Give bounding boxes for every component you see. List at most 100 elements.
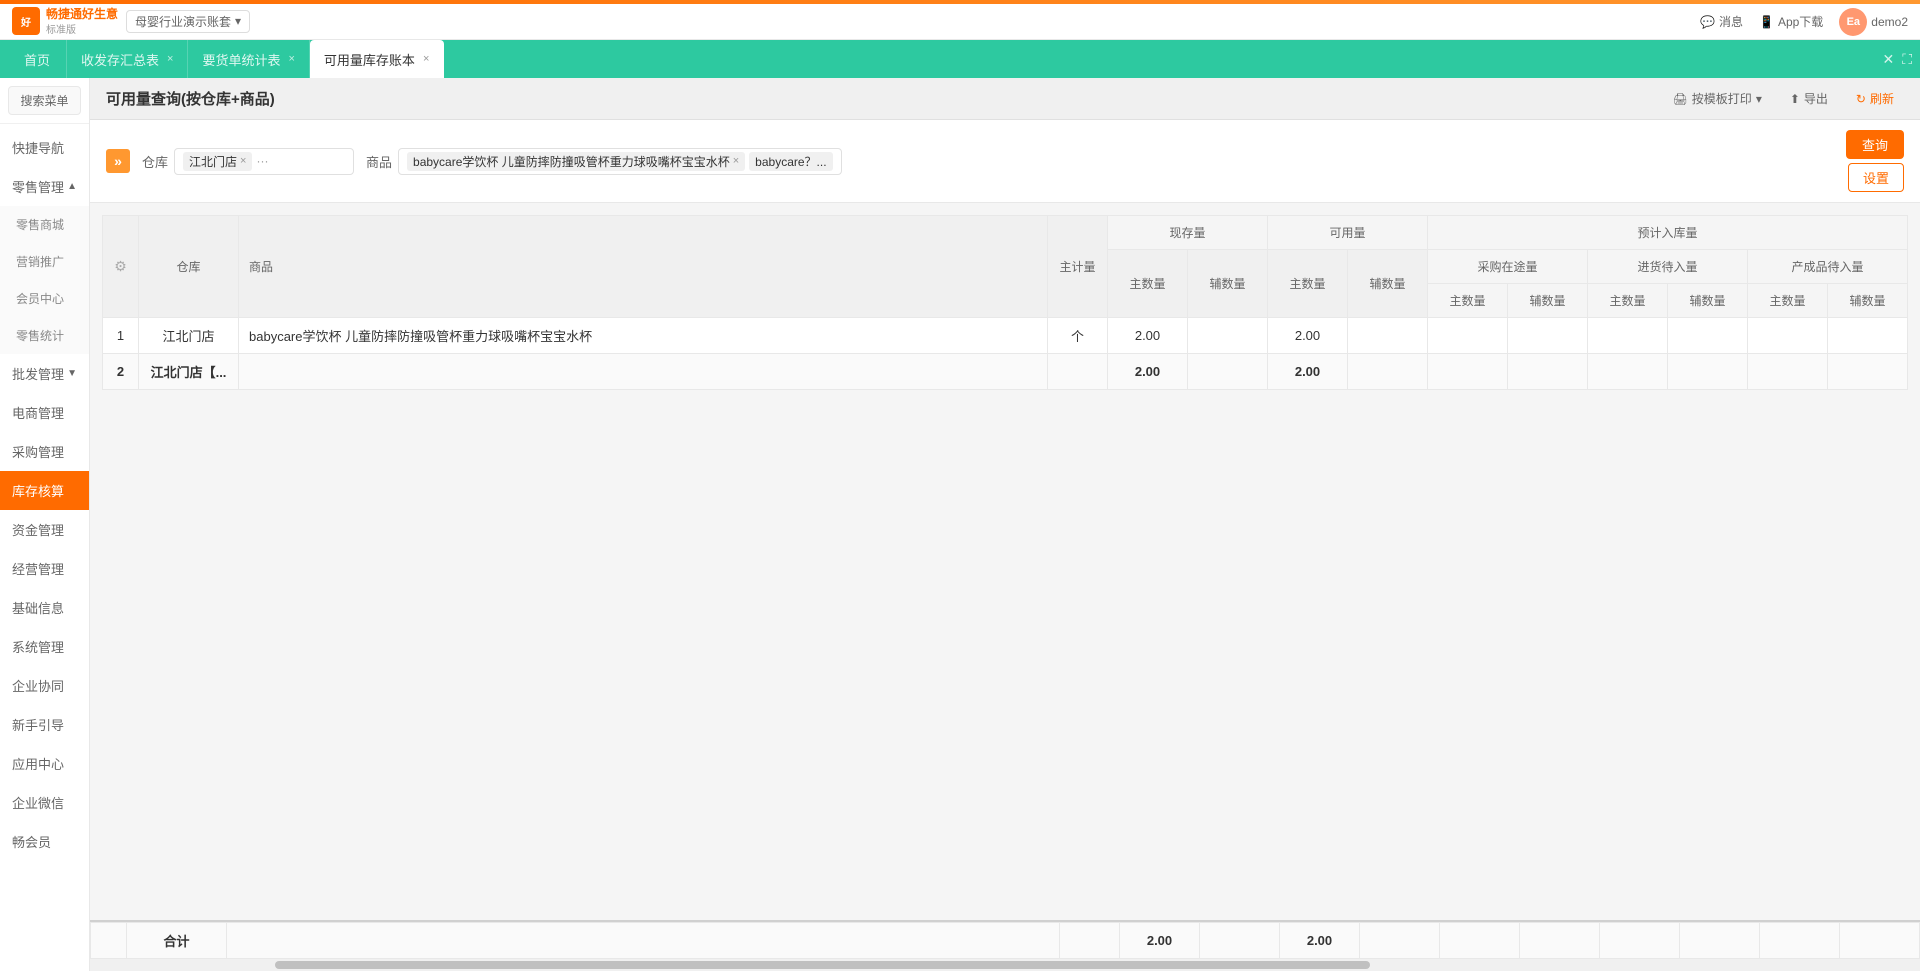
tab-receive-send[interactable]: 收发存汇总表 × bbox=[67, 40, 188, 78]
row-1-purchase-main bbox=[1428, 318, 1508, 354]
table-settings-icon[interactable]: ⚙ bbox=[114, 258, 127, 274]
message-button[interactable]: 💬 消息 bbox=[1700, 13, 1743, 30]
th-current-stock: 现存量 bbox=[1108, 216, 1268, 250]
avatar: Ea bbox=[1839, 8, 1867, 36]
warehouse-tag-label: 江北门店 bbox=[189, 153, 237, 170]
tab-available-stock-label: 可用量库存账本 bbox=[324, 50, 415, 69]
close-window-btn[interactable]: ✕ bbox=[1882, 51, 1894, 68]
row-2-product-main bbox=[1748, 354, 1828, 390]
app-download-button[interactable]: 📱 App下载 bbox=[1759, 13, 1823, 30]
row-2-product-aux bbox=[1828, 354, 1908, 390]
th-inbound-aux-qty: 辅数量 bbox=[1668, 284, 1748, 318]
th-inbound-main-qty: 主数量 bbox=[1588, 284, 1668, 318]
refresh-label: 刷新 bbox=[1870, 90, 1894, 107]
product-tag-1-close[interactable]: × bbox=[733, 155, 739, 167]
tab-available-stock-close[interactable]: × bbox=[423, 53, 429, 65]
app-icon: 📱 bbox=[1759, 15, 1774, 29]
warehouse-filter-input[interactable]: 江北门店 × ··· bbox=[174, 148, 354, 175]
row-2-current-main: 2.00 bbox=[1108, 354, 1188, 390]
page-header: 可用量查询(按仓库+商品) 🖨 按模板打印 ▾ ⬆ 导出 ↻ 刷新 bbox=[90, 78, 1920, 120]
row-2-current-aux bbox=[1188, 354, 1268, 390]
tab-home[interactable]: 首页 bbox=[8, 40, 67, 78]
industry-selector[interactable]: 母婴行业演示账套 ▾ bbox=[126, 10, 250, 33]
summary-area: 合计 2.00 2.00 bbox=[90, 920, 1920, 971]
sidebar-item-quick-nav[interactable]: 快捷导航 bbox=[0, 128, 89, 167]
app-download-label: App下载 bbox=[1778, 13, 1823, 30]
tab-receive-send-close[interactable]: × bbox=[167, 53, 173, 65]
sidebar-item-member-center[interactable]: 会员中心 bbox=[0, 280, 89, 317]
export-button[interactable]: ⬆ 导出 bbox=[1780, 86, 1838, 111]
th-product: 商品 bbox=[239, 216, 1048, 318]
export-label: 导出 bbox=[1804, 90, 1828, 107]
filter-area: » 仓库 江北门店 × ··· 商品 babycare学饮杯 儿童防摔防撞吸管杯… bbox=[90, 120, 1920, 203]
sidebar-item-wholesale-mgmt[interactable]: 批发管理 ▼ bbox=[0, 354, 89, 393]
product-tag-1: babycare学饮杯 儿童防摔防撞吸管杯重力球吸嘴杯宝宝水杯 × bbox=[407, 152, 745, 171]
product-filter-input[interactable]: babycare学饮杯 儿童防摔防撞吸管杯重力球吸嘴杯宝宝水杯 × babyca… bbox=[398, 148, 842, 175]
summary-row: 合计 2.00 2.00 bbox=[91, 923, 1920, 959]
user-profile[interactable]: Ea demo2 bbox=[1839, 8, 1908, 36]
th-current-main-qty: 主数量 bbox=[1108, 250, 1188, 318]
sidebar-item-purchase-mgmt-label: 采购管理 bbox=[12, 442, 64, 461]
product-tag-2: babycare？... bbox=[749, 152, 832, 171]
refresh-button[interactable]: ↻ 刷新 bbox=[1846, 86, 1904, 111]
summary-product-aux bbox=[1840, 923, 1920, 959]
settings-button[interactable]: 设置 bbox=[1848, 163, 1904, 192]
sidebar-item-app-center[interactable]: 应用中心 bbox=[0, 744, 89, 783]
sidebar-item-marketing-label: 营销推广 bbox=[16, 253, 64, 270]
print-button[interactable]: 🖨 按模板打印 ▾ bbox=[1663, 86, 1772, 111]
message-icon: 💬 bbox=[1700, 15, 1715, 29]
page-actions: 🖨 按模板打印 ▾ ⬆ 导出 ↻ 刷新 bbox=[1663, 86, 1904, 111]
sidebar-item-enterprise-collab[interactable]: 企业协同 bbox=[0, 666, 89, 705]
sidebar-item-finance-mgmt[interactable]: 资金管理 bbox=[0, 510, 89, 549]
tab-order-stats[interactable]: 要货单统计表 × bbox=[188, 40, 309, 78]
sidebar-item-ecommerce-mgmt[interactable]: 电商管理 bbox=[0, 393, 89, 432]
sidebar-item-retail-stats[interactable]: 零售统计 bbox=[0, 317, 89, 354]
sidebar-item-inventory-mgmt[interactable]: 库存核算 bbox=[0, 471, 89, 510]
sidebar-item-wholesale-mgmt-label: 批发管理 bbox=[12, 364, 64, 383]
sidebar-item-retail-mgmt[interactable]: 零售管理 ▲ bbox=[0, 167, 89, 206]
row-1-product-aux bbox=[1828, 318, 1908, 354]
horizontal-scrollbar[interactable] bbox=[90, 959, 1920, 971]
row-1-available-aux bbox=[1348, 318, 1428, 354]
tab-home-label: 首页 bbox=[24, 50, 50, 69]
sidebar-item-new-guide[interactable]: 新手引导 bbox=[0, 705, 89, 744]
row-1-product: babycare学饮杯 儿童防摔防撞吸管杯重力球吸嘴杯宝宝水杯 bbox=[239, 318, 1048, 354]
sidebar-item-operations-mgmt[interactable]: 经营管理 bbox=[0, 549, 89, 588]
maximize-window-btn[interactable]: ⛶ bbox=[1902, 51, 1912, 68]
query-button[interactable]: 查询 bbox=[1846, 130, 1904, 159]
summary-purchase-aux bbox=[1520, 923, 1600, 959]
sidebar-item-retail-mall-label: 零售商城 bbox=[16, 216, 64, 233]
sidebar-item-marketing[interactable]: 营销推广 bbox=[0, 243, 89, 280]
sidebar-item-operations-mgmt-label: 经营管理 bbox=[12, 559, 64, 578]
tab-order-stats-close[interactable]: × bbox=[288, 53, 294, 65]
product-filter-group: 商品 babycare学饮杯 儿童防摔防撞吸管杯重力球吸嘴杯宝宝水杯 × bab… bbox=[366, 148, 842, 175]
warehouse-tag-close[interactable]: × bbox=[240, 155, 246, 167]
sidebar-item-purchase-mgmt[interactable]: 采购管理 bbox=[0, 432, 89, 471]
sidebar-search-button[interactable]: 搜索菜单 bbox=[8, 86, 81, 115]
scrollbar-thumb[interactable] bbox=[275, 961, 1371, 969]
sidebar-item-member-center-label: 会员中心 bbox=[16, 290, 64, 307]
sidebar-item-member[interactable]: 畅会员 bbox=[0, 822, 89, 861]
logo-area: 好 畅捷通好生意 标准版 bbox=[12, 7, 118, 36]
row-1-purchase-aux bbox=[1508, 318, 1588, 354]
tab-available-stock[interactable]: 可用量库存账本 × bbox=[310, 40, 444, 78]
filter-actions: 查询 设置 bbox=[1846, 130, 1904, 192]
sidebar-item-system-mgmt-label: 系统管理 bbox=[12, 637, 64, 656]
sidebar-item-system-mgmt[interactable]: 系统管理 bbox=[0, 627, 89, 666]
th-inbound-pending: 进货待入量 bbox=[1588, 250, 1748, 284]
th-product-aux-qty: 辅数量 bbox=[1828, 284, 1908, 318]
tab-order-stats-label: 要货单统计表 bbox=[202, 50, 280, 69]
filter-toggle-button[interactable]: » bbox=[106, 149, 130, 173]
row-2-unit bbox=[1048, 354, 1108, 390]
sidebar-item-basic-info[interactable]: 基础信息 bbox=[0, 588, 89, 627]
sidebar-item-enterprise-wechat[interactable]: 企业微信 bbox=[0, 783, 89, 822]
top-bar-left: 好 畅捷通好生意 标准版 母婴行业演示账套 ▾ bbox=[12, 7, 250, 36]
print-label: 按模板打印 bbox=[1692, 90, 1752, 107]
sidebar-item-enterprise-collab-label: 企业协同 bbox=[12, 676, 64, 695]
sidebar-item-app-center-label: 应用中心 bbox=[12, 754, 64, 773]
sidebar-item-retail-mall[interactable]: 零售商城 bbox=[0, 206, 89, 243]
summary-empty-3 bbox=[1060, 923, 1120, 959]
warehouse-more-btn[interactable]: ··· bbox=[256, 154, 268, 168]
sidebar-item-inventory-mgmt-label: 库存核算 bbox=[12, 481, 64, 500]
table-wrapper: ⚙ 仓库 商品 主计量 现存量 可用量 预计入库量 主数量 辅数量 主数量 辅数… bbox=[90, 203, 1920, 920]
